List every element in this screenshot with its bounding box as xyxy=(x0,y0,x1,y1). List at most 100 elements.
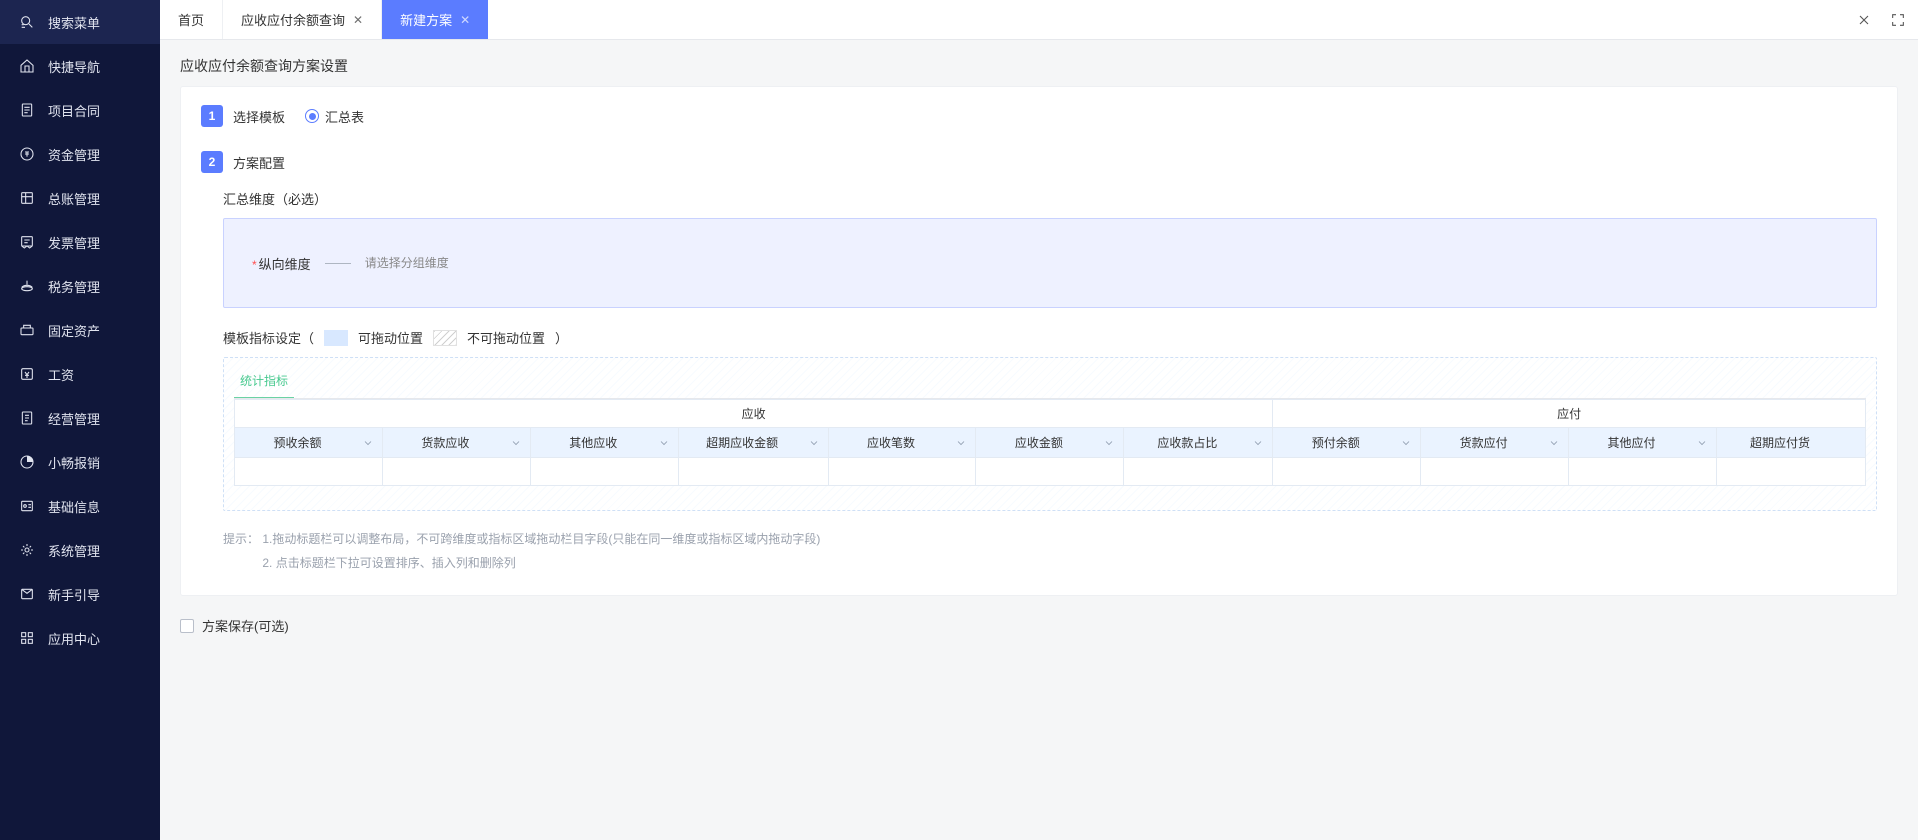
step-2-chip: 2 xyxy=(201,151,223,173)
tax-icon xyxy=(18,277,36,295)
col-header[interactable]: 货款应付 xyxy=(1421,428,1569,458)
chevron-down-icon[interactable] xyxy=(658,437,670,449)
tab-new-plan[interactable]: 新建方案 ✕ xyxy=(381,0,488,39)
base-info-icon xyxy=(18,497,36,515)
page-title: 应收应付余额查询方案设置 xyxy=(160,40,1918,86)
sidebar-item-label: 经营管理 xyxy=(48,409,100,428)
table-row xyxy=(235,458,1866,486)
group-payable-header[interactable]: 应付 xyxy=(1273,400,1866,428)
chevron-down-icon[interactable] xyxy=(1400,437,1412,449)
indicator-columns-row: 预收余额 货款应收 其他应收 超期应收金额 应收笔数 应收金额 应收款占比 预付… xyxy=(235,428,1866,458)
save-plan-row[interactable]: 方案保存(可选) xyxy=(180,616,1918,635)
search-menu-icon xyxy=(18,13,36,31)
col-header[interactable]: 应收款占比 xyxy=(1124,428,1273,458)
sidebar-item-label: 项目合同 xyxy=(48,101,100,120)
system-icon xyxy=(18,541,36,559)
sidebar-item-quick-nav[interactable]: 快捷导航 xyxy=(0,44,160,88)
invoice-icon xyxy=(18,233,36,251)
dimension-field-label: *纵向维度 xyxy=(252,254,311,273)
sidebar-item-general-ledger[interactable]: 总账管理 xyxy=(0,176,160,220)
main: 首页 应收应付余额查询 ✕ 新建方案 ✕ 应收应付余额查询方案设置 1 选择 xyxy=(160,0,1918,840)
step-1-row: 1 选择模板 汇总表 xyxy=(201,105,1877,127)
sidebar: 搜索菜单 快捷导航 项目合同 资金管理 总账管理 发票管理 税务管理 xyxy=(0,0,160,840)
legend-nodrag-label: 不可拖动位置 xyxy=(467,328,545,347)
sidebar-item-base-info[interactable]: 基础信息 xyxy=(0,484,160,528)
chevron-down-icon[interactable] xyxy=(955,437,967,449)
sidebar-item-label: 基础信息 xyxy=(48,497,100,516)
chevron-down-icon[interactable] xyxy=(1103,437,1115,449)
dimension-section-label: 汇总维度（必选） xyxy=(223,189,1877,208)
save-plan-checkbox[interactable] xyxy=(180,619,194,633)
ledger-icon xyxy=(18,189,36,207)
fixed-asset-icon xyxy=(18,321,36,339)
chevron-down-icon[interactable] xyxy=(362,437,374,449)
tabs-bar: 首页 应收应付余额查询 ✕ 新建方案 ✕ xyxy=(160,0,1918,40)
indicator-legend: 模板指标设定（ 可拖动位置 不可拖动位置 ） xyxy=(223,328,1877,347)
sidebar-item-label: 税务管理 xyxy=(48,277,100,296)
radio-label: 汇总表 xyxy=(325,107,364,126)
col-header[interactable]: 预收余额 xyxy=(235,428,383,458)
dimension-box: *纵向维度 xyxy=(223,218,1877,308)
sidebar-item-fixed-asset[interactable]: 固定资产 xyxy=(0,308,160,352)
operations-icon xyxy=(18,409,36,427)
sidebar-item-label: 资金管理 xyxy=(48,145,100,164)
sidebar-item-apps[interactable]: 应用中心 xyxy=(0,616,160,660)
legend-label: 模板指标设定（ xyxy=(223,328,314,347)
col-header[interactable]: 应收金额 xyxy=(976,428,1124,458)
tab-home[interactable]: 首页 xyxy=(160,0,222,39)
chevron-down-icon[interactable] xyxy=(1696,437,1708,449)
chevron-down-icon[interactable] xyxy=(1252,437,1264,449)
tab-label: 应收应付余额查询 xyxy=(241,10,345,29)
tips-label: 提示： xyxy=(223,532,259,546)
col-header[interactable]: 其他应付 xyxy=(1569,428,1717,458)
sidebar-item-expense-report[interactable]: 小畅报销 xyxy=(0,440,160,484)
sidebar-item-label: 应用中心 xyxy=(48,629,100,648)
col-header[interactable]: 超期应收金额 xyxy=(678,428,828,458)
chevron-down-icon[interactable] xyxy=(510,437,522,449)
fullscreen-icon[interactable] xyxy=(1888,10,1908,30)
report-icon xyxy=(18,453,36,471)
stat-indicator-label: 统计指标 xyxy=(234,372,294,399)
sidebar-item-label: 工资 xyxy=(48,365,74,384)
col-header[interactable]: 其他应收 xyxy=(530,428,678,458)
sidebar-item-salary[interactable]: 工资 xyxy=(0,352,160,396)
sidebar-item-search-menu[interactable]: 搜索菜单 xyxy=(0,0,160,44)
close-icon[interactable]: ✕ xyxy=(353,14,363,26)
sidebar-item-project-contract[interactable]: 项目合同 xyxy=(0,88,160,132)
sidebar-item-label: 小畅报销 xyxy=(48,453,100,472)
sidebar-item-guide[interactable]: 新手引导 xyxy=(0,572,160,616)
template-summary-radio[interactable]: 汇总表 xyxy=(305,107,364,126)
sidebar-item-label: 系统管理 xyxy=(48,541,100,560)
tabs-close-all[interactable] xyxy=(1854,10,1874,30)
sidebar-item-funds[interactable]: 资金管理 xyxy=(0,132,160,176)
chevron-down-icon[interactable] xyxy=(808,437,820,449)
step-1-label: 选择模板 xyxy=(233,107,285,126)
indicator-table: 应收 应付 预收余额 货款应收 其他应收 超期应收金额 xyxy=(234,399,1866,486)
sidebar-item-invoice[interactable]: 发票管理 xyxy=(0,220,160,264)
dimension-input[interactable] xyxy=(365,249,515,277)
sidebar-item-label: 搜索菜单 xyxy=(48,13,100,32)
close-icon[interactable]: ✕ xyxy=(460,14,470,26)
config-card: 1 选择模板 汇总表 2 方案配置 汇总维度（必选） *纵向维度 xyxy=(180,86,1898,596)
tips: 提示： 1.拖动标题栏可以调整布局，不可跨维度或指标区域拖动栏目字段(只能在同一… xyxy=(223,527,1877,575)
save-plan-label: 方案保存(可选) xyxy=(202,616,289,635)
tab-balance-query[interactable]: 应收应付余额查询 ✕ xyxy=(222,0,381,39)
chevron-down-icon[interactable] xyxy=(1548,437,1560,449)
dash-line xyxy=(325,263,351,264)
sidebar-item-operations[interactable]: 经营管理 xyxy=(0,396,160,440)
col-header[interactable]: 超期应付货 xyxy=(1716,428,1865,458)
col-header[interactable]: 货款应收 xyxy=(382,428,530,458)
sidebar-item-system[interactable]: 系统管理 xyxy=(0,528,160,572)
group-receivable-header[interactable]: 应收 xyxy=(235,400,1273,428)
guide-icon xyxy=(18,585,36,603)
required-marker: * xyxy=(252,258,257,272)
content: 应收应付余额查询方案设置 1 选择模板 汇总表 2 方案配置 汇总维度（必选） xyxy=(160,40,1918,840)
sidebar-item-label: 总账管理 xyxy=(48,189,100,208)
col-header[interactable]: 预付余额 xyxy=(1273,428,1421,458)
sidebar-item-label: 新手引导 xyxy=(48,585,100,604)
sidebar-item-tax[interactable]: 税务管理 xyxy=(0,264,160,308)
col-header[interactable]: 应收笔数 xyxy=(828,428,976,458)
non-draggable-swatch xyxy=(433,330,457,346)
step-2-row: 2 方案配置 xyxy=(201,151,1877,173)
contract-icon xyxy=(18,101,36,119)
